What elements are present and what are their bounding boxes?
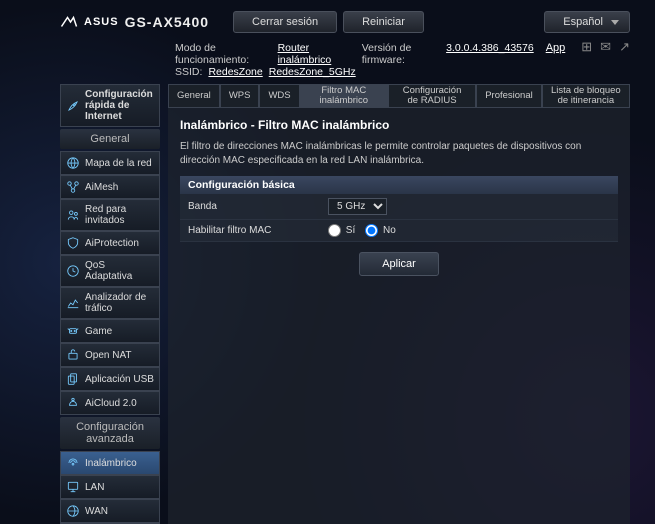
enable-mac-label: Habilitar filtro MAC (188, 225, 328, 236)
sidebar-item-open-nat[interactable]: Open NAT (60, 343, 160, 367)
share-icon[interactable]: ↗ (619, 39, 630, 55)
nav-icon (66, 208, 80, 222)
nav-icon (66, 264, 80, 278)
nav-icon (66, 156, 80, 170)
sidebar-item-label: Red para invitados (85, 204, 154, 226)
tab-general[interactable]: General (168, 84, 220, 108)
fw-link[interactable]: 3.0.0.4.386_43576 (446, 42, 534, 54)
sidebar-item-inal-mbrico[interactable]: Inalámbrico (60, 451, 160, 475)
general-header: General (60, 129, 160, 149)
sidebar-item-label: QoS Adaptativa (85, 260, 154, 282)
sidebar-item-label: AiMesh (85, 182, 118, 193)
sidebar-item-aplicaci-n-usb[interactable]: Aplicación USB (60, 367, 160, 391)
sidebar-item-aiprotection[interactable]: AiProtection (60, 231, 160, 255)
sidebar-item-label: LAN (85, 482, 104, 493)
sidebar-item-lan[interactable]: LAN (60, 475, 160, 499)
sidebar-item-mapa-de-la-red[interactable]: Mapa de la red (60, 151, 160, 175)
nav-icon (66, 296, 80, 310)
band-select[interactable]: 5 GHz (328, 198, 387, 215)
nav-icon (66, 456, 80, 470)
tab-mac-filter[interactable]: Filtro MAC inalámbrico (300, 84, 388, 108)
nav-icon (66, 180, 80, 194)
reboot-button[interactable]: Reiniciar (343, 11, 424, 33)
ssid1-link[interactable]: RedesZone (208, 66, 262, 78)
sidebar-item-label: WAN (85, 506, 108, 517)
sidebar-item-label: Inalámbrico (85, 458, 137, 469)
sidebar-item-label: Analizador de tráfico (85, 292, 154, 314)
quick-setup-button[interactable]: Configuración rápida de Internet (60, 84, 160, 127)
nav-icon (66, 236, 80, 250)
ssid2-link[interactable]: RedesZone_5GHz (269, 66, 356, 78)
brand-logo: ASUS (60, 13, 119, 31)
model-name: GS-AX5400 (125, 14, 209, 30)
sidebar-item-red-para-invitados[interactable]: Red para invitados (60, 199, 160, 231)
language-select[interactable]: Español (544, 11, 630, 33)
panel-title: Inalámbrico - Filtro MAC inalámbrico (180, 118, 618, 132)
panel-description: El filtro de direcciones MAC inalámbrica… (180, 140, 618, 168)
nav-icon (66, 396, 80, 410)
nav-icon (66, 348, 80, 362)
tab-wds[interactable]: WDS (259, 84, 299, 108)
section-header: Configuración básica (180, 176, 618, 194)
mode-label: Modo de funcionamiento: (175, 42, 272, 66)
tab-professional[interactable]: Profesional (476, 84, 542, 108)
sidebar-item-aicloud-2-0[interactable]: AiCloud 2.0 (60, 391, 160, 415)
app-link[interactable]: App (546, 42, 566, 54)
tab-radius[interactable]: Configuración de RADIUS (388, 84, 476, 108)
nav-icon (66, 504, 80, 518)
sidebar-item-game[interactable]: Game (60, 319, 160, 343)
advanced-header: Configuración avanzada (60, 417, 160, 449)
apply-button[interactable]: Aplicar (359, 252, 439, 276)
sidebar-item-label: Mapa de la red (85, 158, 152, 169)
nav-icon (66, 324, 80, 338)
ssid-label: SSID: (175, 66, 202, 78)
tab-wps[interactable]: WPS (220, 84, 260, 108)
sidebar-item-wan[interactable]: WAN (60, 499, 160, 523)
sidebar-item-label: Open NAT (85, 350, 132, 361)
sidebar-item-label: AiProtection (85, 238, 139, 249)
fw-label: Versión de firmware: (362, 42, 440, 66)
rocket-icon (66, 99, 80, 113)
enable-no-option[interactable]: No (365, 224, 396, 237)
band-label: Banda (188, 201, 328, 212)
nav-icon (66, 480, 80, 494)
sidebar-item-analizador-de-tr-fico[interactable]: Analizador de tráfico (60, 287, 160, 319)
mail-icon[interactable]: ✉ (600, 39, 611, 55)
sidebar-item-label: Aplicación USB (85, 374, 154, 385)
sidebar-item-qos-adaptativa[interactable]: QoS Adaptativa (60, 255, 160, 287)
feedback-icon[interactable]: ⊞ (581, 39, 592, 55)
mode-link[interactable]: Router inalámbrico (278, 42, 350, 66)
sidebar-item-label: Game (85, 326, 112, 337)
sidebar-item-label: AiCloud 2.0 (85, 398, 137, 409)
logout-button[interactable]: Cerrar sesión (233, 11, 337, 33)
nav-icon (66, 372, 80, 386)
chevron-down-icon (611, 20, 619, 25)
tab-roaming-blocklist[interactable]: Lista de bloqueo de itinerancia (542, 84, 630, 108)
sidebar-item-aimesh[interactable]: AiMesh (60, 175, 160, 199)
enable-yes-option[interactable]: Sí (328, 224, 355, 237)
